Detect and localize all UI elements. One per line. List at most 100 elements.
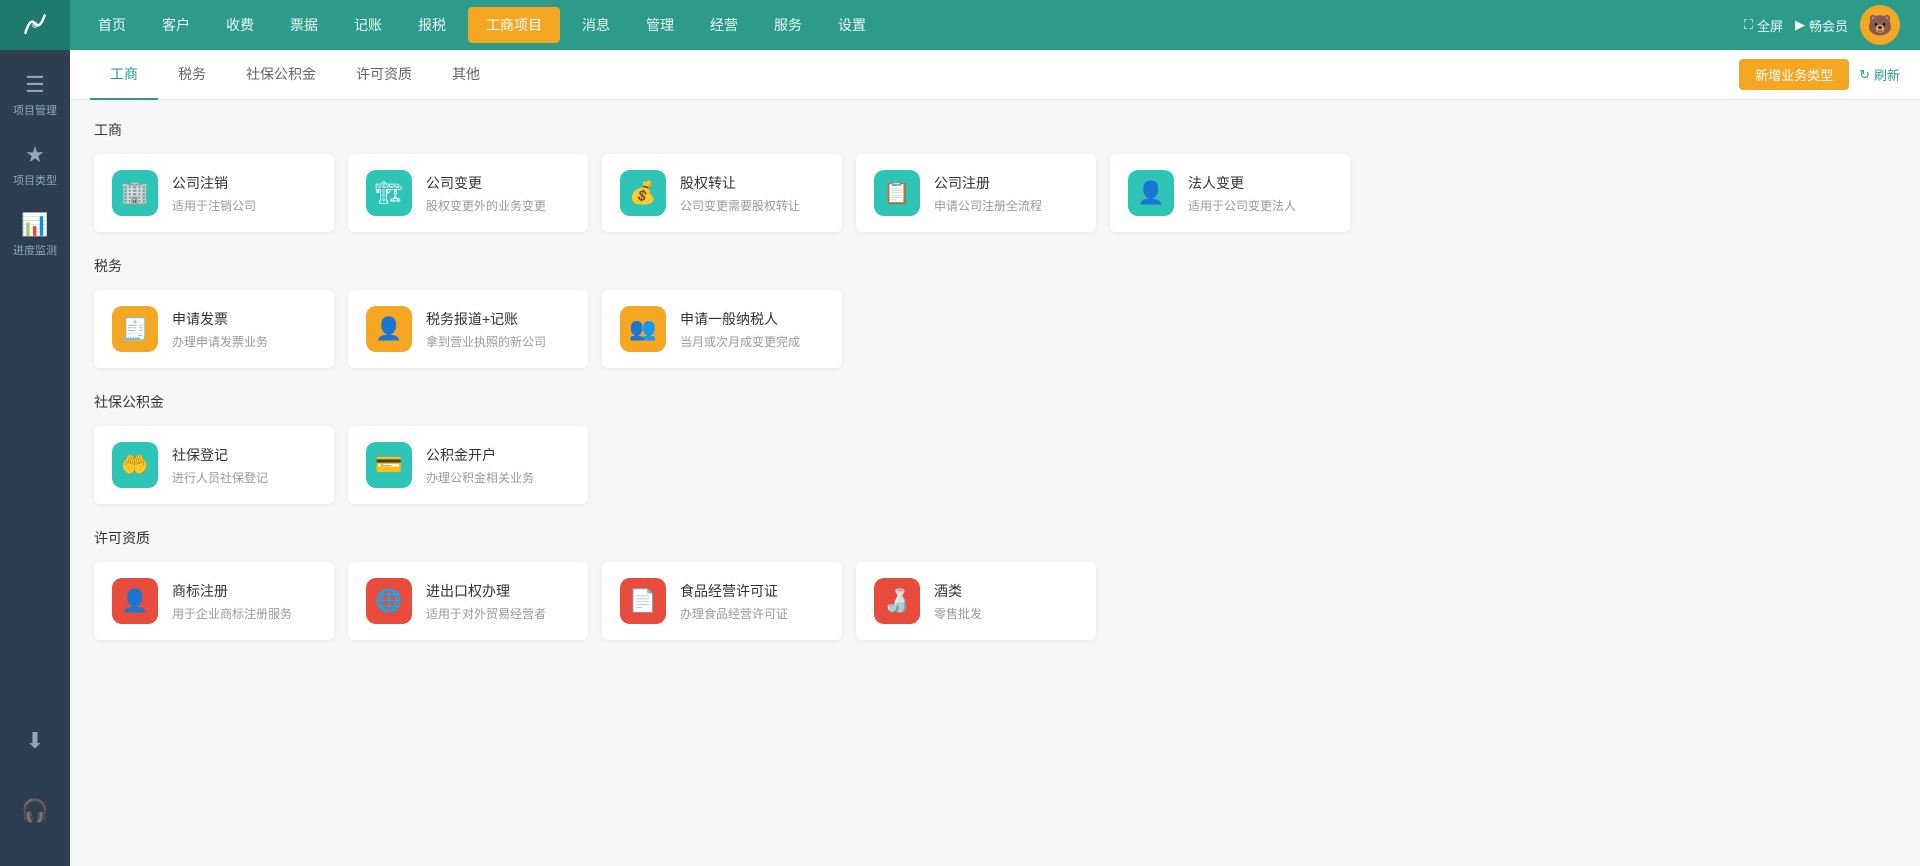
card-desc-2-1: 办理公积金相关业务 xyxy=(426,469,570,486)
mascot-avatar[interactable]: 🐻 xyxy=(1860,5,1900,45)
card-info-2-0: 社保登记进行人员社保登记 xyxy=(172,445,316,486)
card-2-1[interactable]: 💳公积金开户办理公积金相关业务 xyxy=(348,426,588,504)
tab-label-shuiwu: 税务 xyxy=(178,64,206,84)
card-name-3-1: 进出口权办理 xyxy=(426,581,570,601)
card-name-2-1: 公积金开户 xyxy=(426,445,570,465)
card-2-0[interactable]: 🤲社保登记进行人员社保登记 xyxy=(94,426,334,504)
card-desc-1-2: 当月或次月成变更完成 xyxy=(680,333,824,350)
card-name-0-2: 股权转让 xyxy=(680,173,824,193)
card-icon-0-0: 🏢 xyxy=(112,170,158,216)
card-0-1[interactable]: 🏗 公司变更股权变更外的业务变更 xyxy=(348,154,588,232)
cards-grid-1: 🧾申请发票办理申请发票业务 👤 税务报道+记账拿到营业执照的新公司 👥申请一般纳税人当… xyxy=(94,290,1896,368)
logo[interactable] xyxy=(0,0,70,50)
tab-shebao[interactable]: 社保公积金 xyxy=(226,50,336,100)
card-name-0-3: 公司注册 xyxy=(934,173,1078,193)
card-0-0[interactable]: 🏢 公司注销适用于注销公司 xyxy=(94,154,334,232)
tab-other[interactable]: 其他 xyxy=(432,50,500,100)
card-0-3[interactable]: 📋 公司注册申请公司注册全流程 xyxy=(856,154,1096,232)
refresh-icon: ↻ xyxy=(1859,67,1870,83)
nav-item-消息[interactable]: 消息 xyxy=(564,0,628,50)
nav-item-收费[interactable]: 收费 xyxy=(208,0,272,50)
card-3-3[interactable]: 🍶 酒类零售批发 xyxy=(856,562,1096,640)
sidebar-item-progress-monitor[interactable]: 📊 进度监测 xyxy=(0,200,70,270)
vip-button[interactable]: ▶ 畅会员 xyxy=(1795,16,1848,35)
tab-label-xuke: 许可资质 xyxy=(356,64,412,84)
card-desc-1-1: 拿到营业执照的新公司 xyxy=(426,333,570,350)
nav-menu: 首页客户收费票据记账报税工商项目消息管理经营服务设置 xyxy=(70,0,1744,50)
card-info-0-0: 公司注销适用于注销公司 xyxy=(172,173,316,214)
tab-label-shebao: 社保公积金 xyxy=(246,64,316,84)
card-info-0-4: 法人变更适用于公司变更法人 xyxy=(1188,173,1332,214)
list-icon: ☰ xyxy=(25,72,45,98)
scroll-content: 工商 🏢 公司注销适用于注销公司 🏗 公司变更股权变更外的业务变更 💰 股权转让公司变更需要… xyxy=(70,100,1920,866)
card-info-3-1: 进出口权办理适用于对外贸易经营者 xyxy=(426,581,570,622)
card-icon-0-3: 📋 xyxy=(874,170,920,216)
chart-icon: 📊 xyxy=(21,212,48,238)
card-3-2[interactable]: 📄食品经营许可证办理食品经营许可证 xyxy=(602,562,842,640)
tab-actions: 新增业务类型 ↻ 刷新 xyxy=(1739,59,1900,90)
card-icon-3-3: 🍶 xyxy=(874,578,920,624)
nav-item-管理[interactable]: 管理 xyxy=(628,0,692,50)
nav-item-记账[interactable]: 记账 xyxy=(336,0,400,50)
add-type-button[interactable]: 新增业务类型 xyxy=(1739,59,1849,90)
card-name-3-0: 商标注册 xyxy=(172,581,316,601)
sidebar-item-headset[interactable]: 🎧 xyxy=(0,776,70,846)
card-name-0-4: 法人变更 xyxy=(1188,173,1332,193)
card-icon-0-4: 👤 xyxy=(1128,170,1174,216)
card-name-2-0: 社保登记 xyxy=(172,445,316,465)
fullscreen-button[interactable]: ⛶ 全屏 xyxy=(1744,16,1783,35)
card-icon-1-1: 👤 xyxy=(366,306,412,352)
cards-grid-3: 👤商标注册用于企业商标注册服务🌐进出口权办理适用于对外贸易经营者📄食品经营许可证… xyxy=(94,562,1896,640)
card-info-1-0: 申请发票办理申请发票业务 xyxy=(172,309,316,350)
section-title-1: 税务 xyxy=(94,256,1896,276)
card-desc-0-3: 申请公司注册全流程 xyxy=(934,197,1078,214)
card-info-3-0: 商标注册用于企业商标注册服务 xyxy=(172,581,316,622)
nav-item-服务[interactable]: 服务 xyxy=(756,0,820,50)
card-3-0[interactable]: 👤商标注册用于企业商标注册服务 xyxy=(94,562,334,640)
nav-item-首页[interactable]: 首页 xyxy=(80,0,144,50)
sidebar-item-project-management[interactable]: ☰ 项目管理 xyxy=(0,60,70,130)
card-0-4[interactable]: 👤 法人变更适用于公司变更法人 xyxy=(1110,154,1350,232)
nav-item-经营[interactable]: 经营 xyxy=(692,0,756,50)
card-desc-0-2: 公司变更需要股权转让 xyxy=(680,197,824,214)
nav-item-报税[interactable]: 报税 xyxy=(400,0,464,50)
nav-item-设置[interactable]: 设置 xyxy=(820,0,884,50)
sidebar-label-progress-monitor: 进度监测 xyxy=(13,242,57,258)
card-1-2[interactable]: 👥申请一般纳税人当月或次月成变更完成 xyxy=(602,290,842,368)
tab-shuiwu[interactable]: 税务 xyxy=(158,50,226,100)
refresh-button[interactable]: ↻ 刷新 xyxy=(1859,65,1900,84)
tab-xuke[interactable]: 许可资质 xyxy=(336,50,432,100)
card-name-3-3: 酒类 xyxy=(934,581,1078,601)
card-desc-0-1: 股权变更外的业务变更 xyxy=(426,197,570,214)
card-icon-3-2: 📄 xyxy=(620,578,666,624)
card-1-1[interactable]: 👤 税务报道+记账拿到营业执照的新公司 xyxy=(348,290,588,368)
sidebar-item-project-type[interactable]: ★ 项目类型 xyxy=(0,130,70,200)
card-info-0-1: 公司变更股权变更外的业务变更 xyxy=(426,173,570,214)
refresh-label: 刷新 xyxy=(1874,65,1900,84)
card-icon-0-1: 🏗 xyxy=(366,170,412,216)
card-icon-0-2: 💰 xyxy=(620,170,666,216)
tab-bar: 工商 税务 社保公积金 许可资质 其他 新增业务类型 ↻ 刷新 xyxy=(70,50,1920,100)
section-title-0: 工商 xyxy=(94,120,1896,140)
tab-gongshang[interactable]: 工商 xyxy=(90,50,158,100)
card-info-0-2: 股权转让公司变更需要股权转让 xyxy=(680,173,824,214)
content-area: 工商 税务 社保公积金 许可资质 其他 新增业务类型 ↻ 刷新 xyxy=(70,50,1920,866)
card-info-3-3: 酒类零售批发 xyxy=(934,581,1078,622)
card-1-0[interactable]: 🧾申请发票办理申请发票业务 xyxy=(94,290,334,368)
card-name-3-2: 食品经营许可证 xyxy=(680,581,824,601)
nav-item-工商项目[interactable]: 工商项目 xyxy=(468,7,560,43)
star-icon: ★ xyxy=(25,142,45,168)
card-desc-0-4: 适用于公司变更法人 xyxy=(1188,197,1332,214)
card-icon-3-1: 🌐 xyxy=(366,578,412,624)
card-desc-3-0: 用于企业商标注册服务 xyxy=(172,605,316,622)
card-3-1[interactable]: 🌐 进出口权办理适用于对外贸易经营者 xyxy=(348,562,588,640)
card-name-1-1: 税务报道+记账 xyxy=(426,309,570,329)
nav-item-客户[interactable]: 客户 xyxy=(144,0,208,50)
sidebar-item-download[interactable]: ⬇ xyxy=(0,706,70,776)
sidebar-bottom: ⬇ 🎧 xyxy=(0,706,70,866)
cards-grid-0: 🏢 公司注销适用于注销公司 🏗 公司变更股权变更外的业务变更 💰 股权转让公司变更需要股权… xyxy=(94,154,1896,232)
card-0-2[interactable]: 💰 股权转让公司变更需要股权转让 xyxy=(602,154,842,232)
card-desc-3-3: 零售批发 xyxy=(934,605,1078,622)
sidebar-label-project-management: 项目管理 xyxy=(13,102,57,118)
nav-item-票据[interactable]: 票据 xyxy=(272,0,336,50)
